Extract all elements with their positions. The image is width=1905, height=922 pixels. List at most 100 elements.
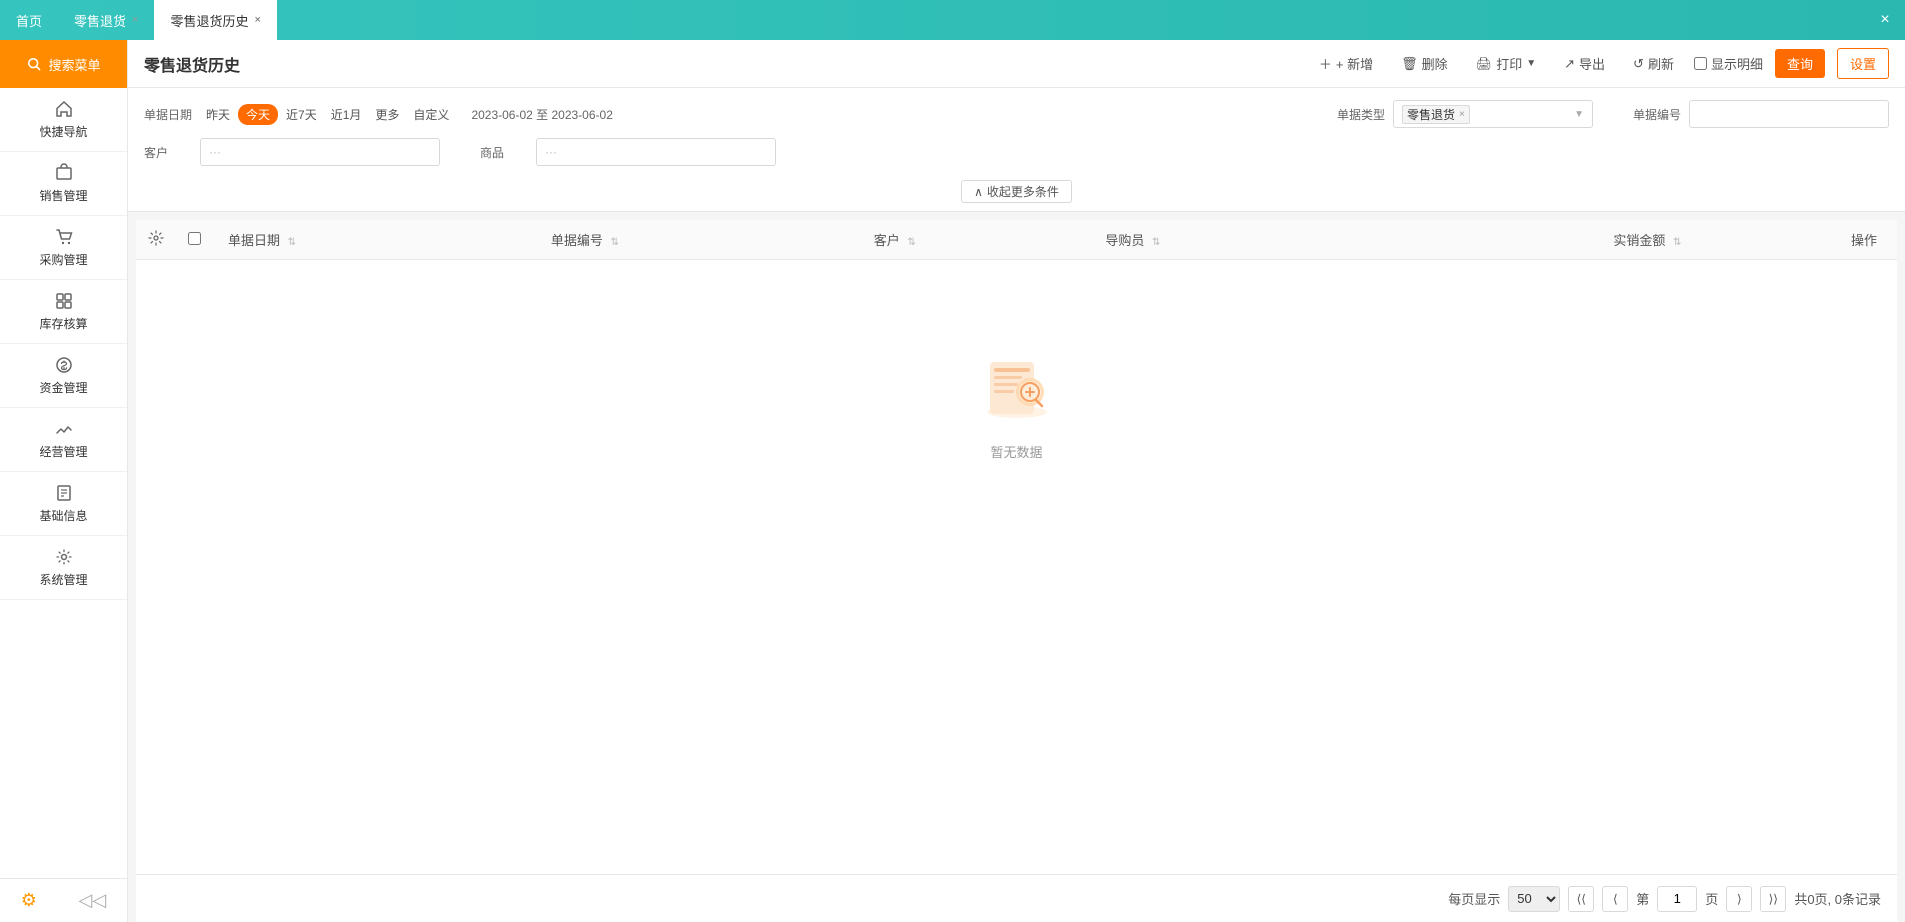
add-icon: ＋ (1319, 54, 1332, 73)
sidebar-nav: 快捷导航 销售管理 采购管理 (0, 88, 127, 878)
th-customer-label: 客户 (874, 233, 900, 248)
export-label: 导出 (1579, 54, 1605, 73)
tab-home[interactable]: 首页 (0, 0, 58, 40)
sidebar-item-finance[interactable]: 资金管理 (0, 344, 127, 408)
page-header: 零售退货历史 ＋ + 新增 🗑 删除 🖨 打印 ▼ ↗ 导出 (128, 40, 1905, 88)
th-docno[interactable]: 单据编号 ⇅ (539, 220, 862, 260)
first-page-button[interactable]: ⟨⟨ (1568, 886, 1594, 912)
sidebar-item-management-label: 经营管理 (39, 443, 87, 460)
sidebar-item-quicknav[interactable]: 快捷导航 (0, 88, 127, 152)
sidebar-item-purchase-label: 采购管理 (39, 251, 87, 268)
finance-icon (54, 355, 74, 375)
page-number-input[interactable] (1657, 886, 1697, 912)
sidebar-item-sales[interactable]: 销售管理 (0, 152, 127, 216)
sidebar-item-system-label: 系统管理 (39, 571, 87, 588)
doc-type-dropdown-icon: ▼ (1574, 109, 1584, 120)
main-layout: 搜索菜单 快捷导航 销售管理 (0, 40, 1905, 922)
export-icon: ↗ (1564, 56, 1575, 72)
sidebar-bottom: ⚙ ◁◁ (0, 878, 127, 922)
sidebar-item-system[interactable]: 系统管理 (0, 536, 127, 600)
tab-retail-return-close[interactable]: × (132, 14, 138, 26)
th-guide-label: 导购员 (1105, 233, 1144, 248)
window-close-button[interactable]: × (1865, 0, 1905, 40)
doc-no-input[interactable] (1689, 100, 1889, 128)
doc-type-tags: 零售退货 × (1402, 105, 1474, 124)
next-page-button[interactable]: ⟩ (1726, 886, 1752, 912)
sort-guide-icon: ⇅ (1152, 237, 1160, 248)
th-amount[interactable]: 实销金额 ⇅ (1371, 220, 1694, 260)
sidebar-search-label: 搜索菜单 (48, 55, 100, 74)
date-opt-yesterday[interactable]: 昨天 (200, 104, 236, 125)
th-checkbox[interactable] (176, 220, 216, 260)
doc-type-label: 单据类型 (1337, 106, 1393, 123)
goods-input[interactable] (536, 138, 776, 166)
doc-type-tag-retail-return: 零售退货 × (1402, 105, 1470, 124)
th-date[interactable]: 单据日期 ⇅ (216, 220, 539, 260)
info-icon (54, 483, 74, 503)
date-opt-1month[interactable]: 近1月 (325, 104, 368, 125)
settings-icon[interactable] (148, 230, 164, 246)
sidebar-item-finance-label: 资金管理 (39, 379, 87, 396)
table-area: 单据日期 ⇅ 单据编号 ⇅ 客户 ⇅ 导购员 ⇅ (136, 220, 1897, 874)
query-button[interactable]: 查询 (1775, 49, 1825, 78)
page-label: 第 (1636, 889, 1649, 908)
pagination-bar: 每页显示 20 50 100 ⟨⟨ ⟨ 第 页 ⟩ ⟩⟩ 共0页, 0条记录 (136, 874, 1897, 922)
delete-icon: 🗑 (1401, 56, 1418, 72)
doc-type-select[interactable]: 零售退货 × ▼ (1393, 100, 1593, 128)
date-opt-more[interactable]: 更多 (369, 104, 405, 125)
tab-retail-return-label: 零售退货 (74, 11, 126, 30)
settings-label: 设置 (1850, 54, 1876, 73)
tab-retail-return-history[interactable]: 零售退货历史 × (154, 0, 276, 40)
empty-state: 暂无数据 (136, 260, 1897, 541)
date-opt-today[interactable]: 今天 (238, 104, 278, 125)
print-button[interactable]: 🖨 打印 ▼ (1468, 50, 1544, 77)
tab-retail-return[interactable]: 零售退货 × (58, 0, 154, 40)
query-label: 查询 (1787, 54, 1813, 73)
sidebar-item-info[interactable]: 基础信息 (0, 472, 127, 536)
sort-docno-icon: ⇅ (610, 237, 618, 248)
sort-customer-icon: ⇅ (907, 237, 915, 248)
th-guide[interactable]: 导购员 ⇅ (1093, 220, 1370, 260)
sidebar-item-management[interactable]: 经营管理 (0, 408, 127, 472)
data-table: 单据日期 ⇅ 单据编号 ⇅ 客户 ⇅ 导购员 ⇅ (136, 220, 1897, 541)
delete-button[interactable]: 🗑 删除 (1393, 50, 1456, 77)
tab-retail-return-history-close[interactable]: × (254, 14, 260, 26)
last-page-button[interactable]: ⟩⟩ (1760, 886, 1786, 912)
toolbar: ＋ + 新增 🗑 删除 🖨 打印 ▼ ↗ 导出 ↺ (1311, 48, 1889, 79)
th-settings[interactable] (136, 220, 176, 260)
doc-type-tag-close[interactable]: × (1459, 109, 1465, 120)
page-size-select[interactable]: 20 50 100 (1508, 886, 1560, 912)
tab-retail-return-history-label: 零售退货历史 (170, 11, 248, 30)
date-opt-custom[interactable]: 自定义 (407, 104, 455, 125)
filter-row-customer: 客户 商品 (144, 138, 1889, 166)
close-icon: × (1880, 11, 1889, 29)
management-icon (54, 419, 74, 439)
customer-input[interactable] (200, 138, 440, 166)
select-all-checkbox[interactable] (188, 232, 201, 245)
sidebar-item-quicknav-label: 快捷导航 (39, 123, 87, 140)
th-date-label: 单据日期 (228, 233, 280, 248)
sidebar-item-inventory[interactable]: 库存核算 (0, 280, 127, 344)
sidebar-item-info-label: 基础信息 (39, 507, 87, 524)
top-bar: 首页 零售退货 × 零售退货历史 × × (0, 0, 1905, 40)
th-actions: 操作 (1693, 220, 1897, 260)
collapse-filter-button[interactable]: ∧ 收起更多条件 (961, 180, 1072, 203)
th-customer[interactable]: 客户 ⇅ (862, 220, 1094, 260)
gear-icon[interactable]: ⚙ (21, 890, 37, 911)
date-opt-7days[interactable]: 近7天 (280, 104, 323, 125)
empty-text: 暂无数据 (990, 442, 1042, 461)
refresh-button[interactable]: ↺ 刷新 (1625, 50, 1682, 77)
refresh-label: 刷新 (1648, 54, 1674, 73)
date-filter-label: 单据日期 (144, 106, 200, 123)
settings-button[interactable]: 设置 (1837, 48, 1889, 79)
show-detail-checkbox-wrapper[interactable]: 显示明细 (1694, 54, 1763, 73)
show-detail-checkbox[interactable] (1694, 57, 1707, 70)
prev-page-button[interactable]: ⟨ (1602, 886, 1628, 912)
add-button[interactable]: ＋ + 新增 (1311, 50, 1381, 77)
volume-icon[interactable]: ◁◁ (79, 890, 107, 911)
doc-type-tag-label: 零售退货 (1407, 106, 1455, 123)
th-docno-label: 单据编号 (551, 233, 603, 248)
sidebar-item-purchase[interactable]: 采购管理 (0, 216, 127, 280)
sidebar-search-button[interactable]: 搜索菜单 (0, 40, 127, 88)
export-button[interactable]: ↗ 导出 (1556, 50, 1613, 77)
